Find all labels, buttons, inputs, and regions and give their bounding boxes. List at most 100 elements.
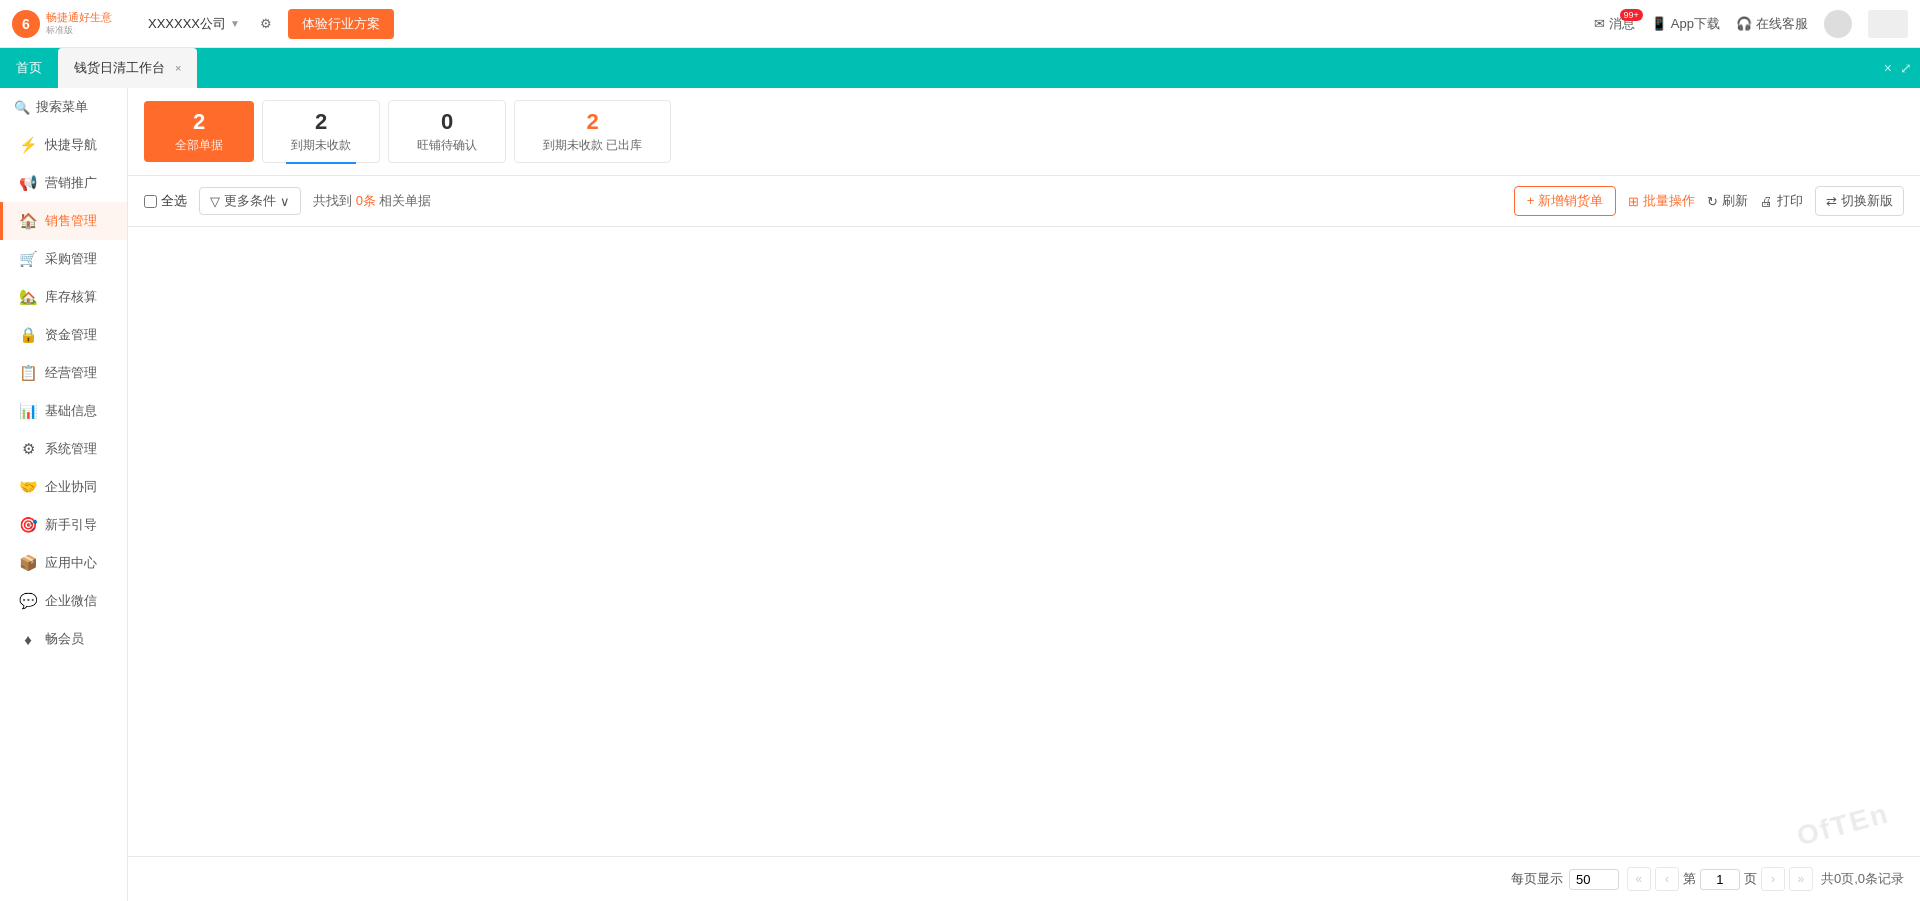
- sidebar-item-guide[interactable]: 🎯 新手引导: [0, 506, 127, 544]
- tab-cashflow-label: 钱货日清工作台: [74, 59, 165, 77]
- sidebar-item-label-sales: 销售管理: [45, 212, 97, 230]
- tab-home[interactable]: 首页: [0, 48, 58, 88]
- total-text: 共0页,0条记录: [1821, 870, 1904, 888]
- search-menu-btn[interactable]: 🔍 搜索菜单: [0, 88, 127, 126]
- print-label: 打印: [1777, 192, 1803, 210]
- sidebar-item-member[interactable]: ♦ 畅会员: [0, 620, 127, 658]
- sidebar-item-operations[interactable]: 📋 经营管理: [0, 354, 127, 392]
- page-input[interactable]: [1700, 869, 1740, 890]
- avatar[interactable]: [1824, 10, 1852, 38]
- page-label: 第: [1683, 870, 1696, 888]
- sidebar-item-marketing[interactable]: 📢 营销推广: [0, 164, 127, 202]
- sidebar-item-app-center[interactable]: 📦 应用中心: [0, 544, 127, 582]
- select-all-input[interactable]: [144, 195, 157, 208]
- sidebar-item-quick-nav[interactable]: ⚡ 快捷导航: [0, 126, 127, 164]
- pagination-bar: 每页显示 10 20 50 100 « ‹ 第 页 › » 共0页,0条记录: [128, 856, 1920, 901]
- logo-text: 畅捷通好生意: [46, 10, 112, 24]
- table-area: [128, 227, 1920, 856]
- header: 6 畅捷通好生意 标准版 XXXXXX公司 ▼ ⚙ 体验行业方案 ✉ 消息 99…: [0, 0, 1920, 48]
- toolbar-left: 全选 ▽ 更多条件 ∨ 共找到 0条 相关单据: [144, 187, 1502, 215]
- sidebar-item-label-app-center: 应用中心: [45, 554, 97, 572]
- print-btn[interactable]: 🖨 打印: [1760, 192, 1803, 210]
- app-download-label: App下载: [1671, 15, 1720, 33]
- inventory-icon: 🏡: [19, 288, 37, 306]
- chevron-down-icon: ▼: [230, 18, 240, 29]
- marketing-icon: 📢: [19, 174, 37, 192]
- stat-label-overdue: 到期未收款: [291, 137, 351, 154]
- toolbar-right: + 新增销货单 ⊞ 批量操作 ↻ 刷新 🖨 打印 ⇄ 切换新版: [1514, 186, 1904, 216]
- switch-label: 切换新版: [1841, 192, 1893, 210]
- main-layout: 🔍 搜索菜单 ⚡ 快捷导航 📢 营销推广 🏠 销售管理 🛒 采购管理 🏡 库存核…: [0, 88, 1920, 901]
- add-sale-btn[interactable]: + 新增销货单: [1514, 186, 1616, 216]
- found-suffix: 相关单据: [379, 193, 431, 208]
- stat-card-pending[interactable]: 0 旺铺待确认: [388, 100, 506, 163]
- purchase-icon: 🛒: [19, 250, 37, 268]
- tab-close-icon[interactable]: ×: [175, 62, 181, 74]
- app-download-btn[interactable]: 📱 App下载: [1651, 15, 1720, 33]
- sidebar-item-inventory[interactable]: 🏡 库存核算: [0, 278, 127, 316]
- toolbar: 全选 ▽ 更多条件 ∨ 共找到 0条 相关单据 + 新增销货单 ⊞: [128, 176, 1920, 227]
- page-suffix: 页: [1744, 870, 1757, 888]
- stat-card-overdue-shipped[interactable]: 2 到期未收款 已出库: [514, 100, 671, 163]
- per-page-select: 每页显示 10 20 50 100: [1511, 869, 1619, 890]
- online-service-label: 在线客服: [1756, 15, 1808, 33]
- sidebar-item-finance[interactable]: 🔒 资金管理: [0, 316, 127, 354]
- enterprise-icon: 🤝: [19, 478, 37, 496]
- prev-page-btn[interactable]: ‹: [1655, 867, 1679, 891]
- search-menu-label: 搜索菜单: [36, 98, 88, 116]
- sidebar-item-sales[interactable]: 🏠 销售管理: [0, 202, 127, 240]
- user-info[interactable]: [1868, 10, 1908, 38]
- switch-version-btn[interactable]: ⇄ 切换新版: [1815, 186, 1904, 216]
- maximize-icon[interactable]: ⤢: [1900, 60, 1912, 76]
- app-center-icon: 📦: [19, 554, 37, 572]
- tab-underline: [286, 162, 356, 164]
- sales-icon: 🏠: [19, 212, 37, 230]
- sidebar-item-label-basic-info: 基础信息: [45, 402, 97, 420]
- refresh-label: 刷新: [1722, 192, 1748, 210]
- settings-icon[interactable]: ⚙: [256, 12, 276, 35]
- company-selector[interactable]: XXXXXX公司 ▼: [140, 11, 248, 37]
- last-page-btn[interactable]: »: [1789, 867, 1813, 891]
- tab-cashflow[interactable]: 钱货日清工作台 ×: [58, 48, 197, 88]
- sidebar-item-system[interactable]: ⚙ 系统管理: [0, 430, 127, 468]
- message-badge: 99+: [1620, 9, 1643, 21]
- batch-btn[interactable]: ⊞ 批量操作: [1628, 192, 1695, 210]
- per-page-dropdown[interactable]: 10 20 50 100: [1569, 869, 1619, 890]
- switch-icon: ⇄: [1826, 194, 1837, 209]
- sidebar-item-enterprise[interactable]: 🤝 企业协同: [0, 468, 127, 506]
- stat-number-pending: 0: [441, 109, 453, 135]
- tabs-bar-right: × ⤢: [1884, 60, 1920, 76]
- tab-home-label: 首页: [16, 59, 42, 77]
- close-window-icon[interactable]: ×: [1884, 60, 1892, 76]
- sidebar-item-purchase[interactable]: 🛒 采购管理: [0, 240, 127, 278]
- sidebar-item-label-purchase: 采购管理: [45, 250, 97, 268]
- refresh-btn[interactable]: ↻ 刷新: [1707, 192, 1748, 210]
- sidebar-item-wechat[interactable]: 💬 企业微信: [0, 582, 127, 620]
- stat-label-overdue-shipped: 到期未收款 已出库: [543, 137, 642, 154]
- first-page-btn[interactable]: «: [1627, 867, 1651, 891]
- stats-row: 2 全部单据 2 到期未收款 0 旺铺待确认 2 到期未收款 已出库: [128, 88, 1920, 176]
- sidebar-item-label-finance: 资金管理: [45, 326, 97, 344]
- filter-btn[interactable]: ▽ 更多条件 ∨: [199, 187, 301, 215]
- content-area: 2 全部单据 2 到期未收款 0 旺铺待确认 2 到期未收款 已出库: [128, 88, 1920, 901]
- app-download-icon: 📱: [1651, 16, 1667, 31]
- header-right: ✉ 消息 99+ 📱 App下载 🎧 在线客服: [1594, 10, 1908, 38]
- message-btn[interactable]: ✉ 消息 99+: [1594, 15, 1635, 33]
- next-page-btn[interactable]: ›: [1761, 867, 1785, 891]
- stat-card-overdue[interactable]: 2 到期未收款: [262, 100, 380, 163]
- select-all-checkbox[interactable]: 全选: [144, 192, 187, 210]
- logo-icon: 6: [12, 10, 40, 38]
- stat-number-overdue: 2: [315, 109, 327, 135]
- found-count: 0条: [356, 193, 376, 208]
- per-page-label: 每页显示: [1511, 870, 1563, 888]
- stat-label-pending: 旺铺待确认: [417, 137, 477, 154]
- online-service-btn[interactable]: 🎧 在线客服: [1736, 15, 1808, 33]
- sidebar-item-label-inventory: 库存核算: [45, 288, 97, 306]
- stat-card-all[interactable]: 2 全部单据: [144, 101, 254, 162]
- batch-icon: ⊞: [1628, 194, 1639, 209]
- guide-icon: 🎯: [19, 516, 37, 534]
- sidebar-item-basic-info[interactable]: 📊 基础信息: [0, 392, 127, 430]
- trial-btn[interactable]: 体验行业方案: [288, 9, 394, 39]
- logo: 6 畅捷通好生意 标准版: [12, 10, 140, 38]
- pagination-nav: « ‹ 第 页 › »: [1627, 867, 1813, 891]
